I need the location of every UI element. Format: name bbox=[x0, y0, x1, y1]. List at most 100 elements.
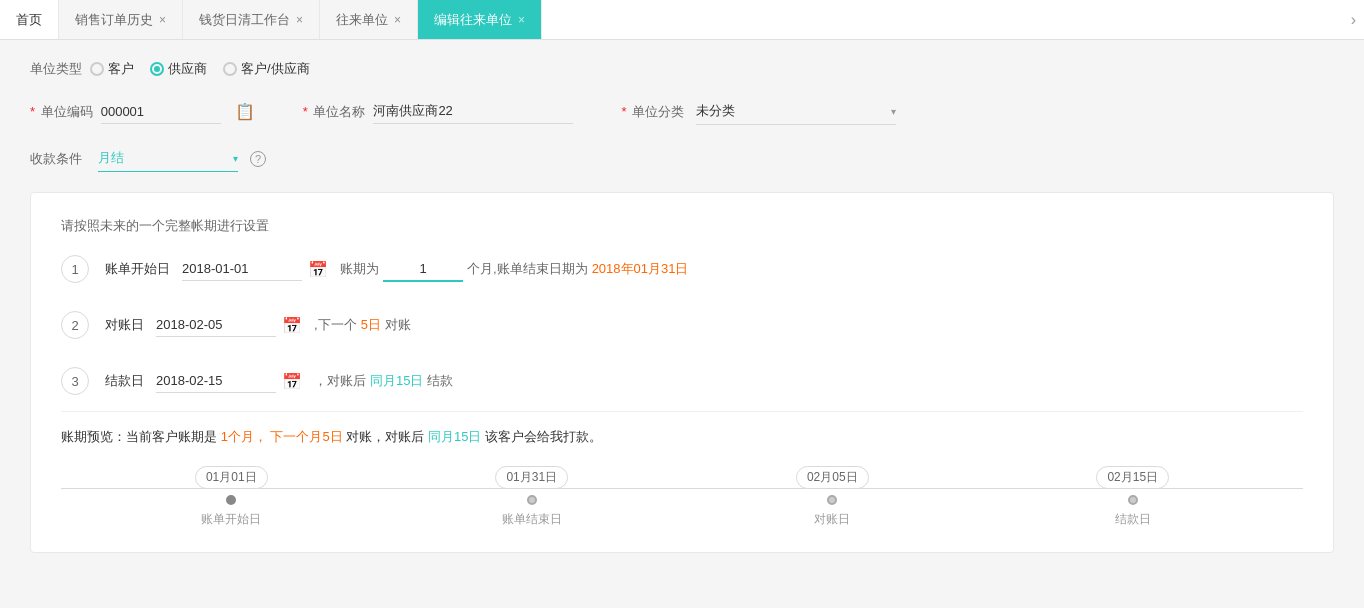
timeline-point-1: 01月01日 账单开始日 bbox=[81, 466, 382, 528]
step2-prefix: ,下一个 bbox=[314, 316, 357, 334]
step-label-3: 结款日 bbox=[105, 372, 144, 390]
step1-suffix-before: 个月,账单结束日期为 bbox=[467, 260, 588, 278]
tab-cash-work[interactable]: 钱货日清工作台 × bbox=[183, 0, 320, 39]
step-label-2: 对账日 bbox=[105, 316, 144, 334]
payment-help-icon[interactable]: ? bbox=[250, 151, 266, 167]
start-date-cal-icon[interactable]: 📅 bbox=[308, 260, 328, 279]
unit-category-arrow-icon: ▾ bbox=[891, 106, 896, 117]
tab-expand[interactable]: › bbox=[1351, 0, 1364, 39]
payment-label: 收款条件 bbox=[30, 150, 82, 168]
tab-sales-history-label: 销售订单历史 bbox=[75, 11, 153, 29]
payment-arrow-icon: ▾ bbox=[233, 153, 238, 164]
tab-cash-work-close[interactable]: × bbox=[296, 13, 303, 27]
preview-seg5: 该客户会给我打款。 bbox=[485, 429, 602, 444]
radio-both-label: 客户/供应商 bbox=[241, 60, 310, 78]
preview-section: 账期预览：当前客户账期是 1个月， 下一个月5日 对账，对账后 同月15日 该客… bbox=[61, 411, 1303, 528]
tab-bar: 首页 销售订单历史 × 钱货日清工作台 × 往来单位 × 编辑往来单位 × › bbox=[0, 0, 1364, 40]
card-title: 请按照未来的一个完整帐期进行设置 bbox=[61, 217, 1303, 235]
unit-category-star: * bbox=[621, 104, 626, 119]
unit-code-input[interactable] bbox=[101, 100, 221, 124]
timeline-desc-4: 结款日 bbox=[1115, 511, 1151, 528]
tab-sales-history[interactable]: 销售订单历史 × bbox=[59, 0, 183, 39]
timeline-badge-3: 02月05日 bbox=[796, 466, 869, 489]
radio-both[interactable]: 客户/供应商 bbox=[223, 60, 310, 78]
unit-name-star: * bbox=[303, 104, 308, 119]
step2-highlight: 5日 bbox=[361, 316, 381, 334]
unit-name-label: * 单位名称 bbox=[303, 103, 366, 121]
step2-info: ,下一个 5日 对账 bbox=[314, 316, 411, 334]
tab-sales-history-close[interactable]: × bbox=[159, 13, 166, 27]
timeline-desc-2: 账单结束日 bbox=[502, 511, 562, 528]
timeline-points: 01月01日 账单开始日 01月31日 账单结束日 02月05日 对账日 bbox=[81, 466, 1283, 528]
payment-date-cal-icon[interactable]: 📅 bbox=[282, 372, 302, 391]
unit-name-input[interactable] bbox=[373, 100, 573, 124]
step1-end-date: 2018年01月31日 bbox=[592, 260, 689, 278]
unit-type-row: 单位类型 客户 供应商 客户/供应商 bbox=[30, 60, 1334, 78]
timeline-container: 01月01日 账单开始日 01月31日 账单结束日 02月05日 对账日 bbox=[61, 466, 1303, 528]
reconcile-date-input[interactable] bbox=[156, 313, 276, 337]
radio-both-circle bbox=[223, 62, 237, 76]
step3-prefix: ，对账后 bbox=[314, 372, 366, 390]
step-num-3: 3 bbox=[61, 367, 89, 395]
radio-customer[interactable]: 客户 bbox=[90, 60, 134, 78]
timeline-badge-1: 01月01日 bbox=[195, 466, 268, 489]
unit-category-select[interactable]: 未分类 ▾ bbox=[696, 98, 896, 125]
step1-prefix: 账期为 bbox=[340, 260, 379, 278]
tab-home-label: 首页 bbox=[16, 11, 42, 29]
preview-seg1: 1个月， bbox=[221, 429, 267, 444]
timeline-badge-4: 02月15日 bbox=[1096, 466, 1169, 489]
tab-edit-partner-label: 编辑往来单位 bbox=[434, 11, 512, 29]
step-num-2: 2 bbox=[61, 311, 89, 339]
payment-value: 月结 bbox=[98, 149, 229, 167]
tab-partner-close[interactable]: × bbox=[394, 13, 401, 27]
period-input[interactable] bbox=[383, 257, 463, 282]
preview-seg2: 下一个月5日 bbox=[270, 429, 342, 444]
timeline-dot-1 bbox=[226, 495, 236, 505]
unit-category-value: 未分类 bbox=[696, 102, 887, 120]
payment-select[interactable]: 月结 ▾ bbox=[98, 145, 238, 172]
tab-expand-icon: › bbox=[1351, 11, 1356, 29]
unit-type-label: 单位类型 bbox=[30, 60, 82, 78]
timeline-dot-3 bbox=[827, 495, 837, 505]
step3-info: ，对账后 同月15日 结款 bbox=[314, 372, 453, 390]
preview-text: 账期预览：当前客户账期是 1个月， 下一个月5日 对账，对账后 同月15日 该客… bbox=[61, 428, 1303, 446]
timeline-desc-1: 账单开始日 bbox=[201, 511, 261, 528]
tab-edit-partner-close[interactable]: × bbox=[518, 13, 525, 27]
timeline-point-4: 02月15日 结款日 bbox=[983, 466, 1284, 528]
step3-suffix: 结款 bbox=[427, 372, 453, 390]
main-content: 单位类型 客户 供应商 客户/供应商 * 单位编码 📋 * 单位名称 bbox=[0, 40, 1364, 608]
timeline-badge-2: 01月31日 bbox=[495, 466, 568, 489]
unit-code-label: * 单位编码 bbox=[30, 103, 93, 121]
radio-supplier-label: 供应商 bbox=[168, 60, 207, 78]
step3-highlight: 同月15日 bbox=[370, 372, 423, 390]
tab-edit-partner[interactable]: 编辑往来单位 × bbox=[418, 0, 542, 39]
step-num-1: 1 bbox=[61, 255, 89, 283]
unit-code-star: * bbox=[30, 104, 35, 119]
radio-supplier[interactable]: 供应商 bbox=[150, 60, 207, 78]
radio-customer-circle bbox=[90, 62, 104, 76]
step1-info: 账期为 个月,账单结束日期为 2018年01月31日 bbox=[340, 257, 688, 282]
unit-info-row: * 单位编码 📋 * 单位名称 * 单位分类 未分类 ▾ bbox=[30, 98, 1334, 125]
timeline-dot-4 bbox=[1128, 495, 1138, 505]
preview-seg4: 同月15日 bbox=[428, 429, 481, 444]
step-row-1: 1 账单开始日 📅 账期为 个月,账单结束日期为 2018年01月31日 bbox=[61, 255, 1303, 283]
step-label-1: 账单开始日 bbox=[105, 260, 170, 278]
step-row-3: 3 结款日 📅 ，对账后 同月15日 结款 bbox=[61, 367, 1303, 395]
tab-home[interactable]: 首页 bbox=[0, 0, 59, 39]
settings-card: 请按照未来的一个完整帐期进行设置 1 账单开始日 📅 账期为 个月,账单结束日期… bbox=[30, 192, 1334, 553]
payment-row: 收款条件 月结 ▾ ? bbox=[30, 145, 1334, 172]
unit-type-radio-group: 客户 供应商 客户/供应商 bbox=[90, 60, 310, 78]
payment-date-input[interactable] bbox=[156, 369, 276, 393]
unit-category-label: * 单位分类 bbox=[621, 103, 684, 121]
timeline-dot-2 bbox=[527, 495, 537, 505]
tab-partner[interactable]: 往来单位 × bbox=[320, 0, 418, 39]
radio-supplier-circle bbox=[150, 62, 164, 76]
preview-seg3: 对账，对账后 bbox=[346, 429, 424, 444]
preview-prefix: 账期预览：当前客户账期是 bbox=[61, 429, 217, 444]
timeline-point-2: 01月31日 账单结束日 bbox=[382, 466, 683, 528]
unit-code-copy-icon[interactable]: 📋 bbox=[235, 102, 255, 121]
reconcile-date-cal-icon[interactable]: 📅 bbox=[282, 316, 302, 335]
tab-partner-label: 往来单位 bbox=[336, 11, 388, 29]
step-row-2: 2 对账日 📅 ,下一个 5日 对账 bbox=[61, 311, 1303, 339]
start-date-input[interactable] bbox=[182, 257, 302, 281]
